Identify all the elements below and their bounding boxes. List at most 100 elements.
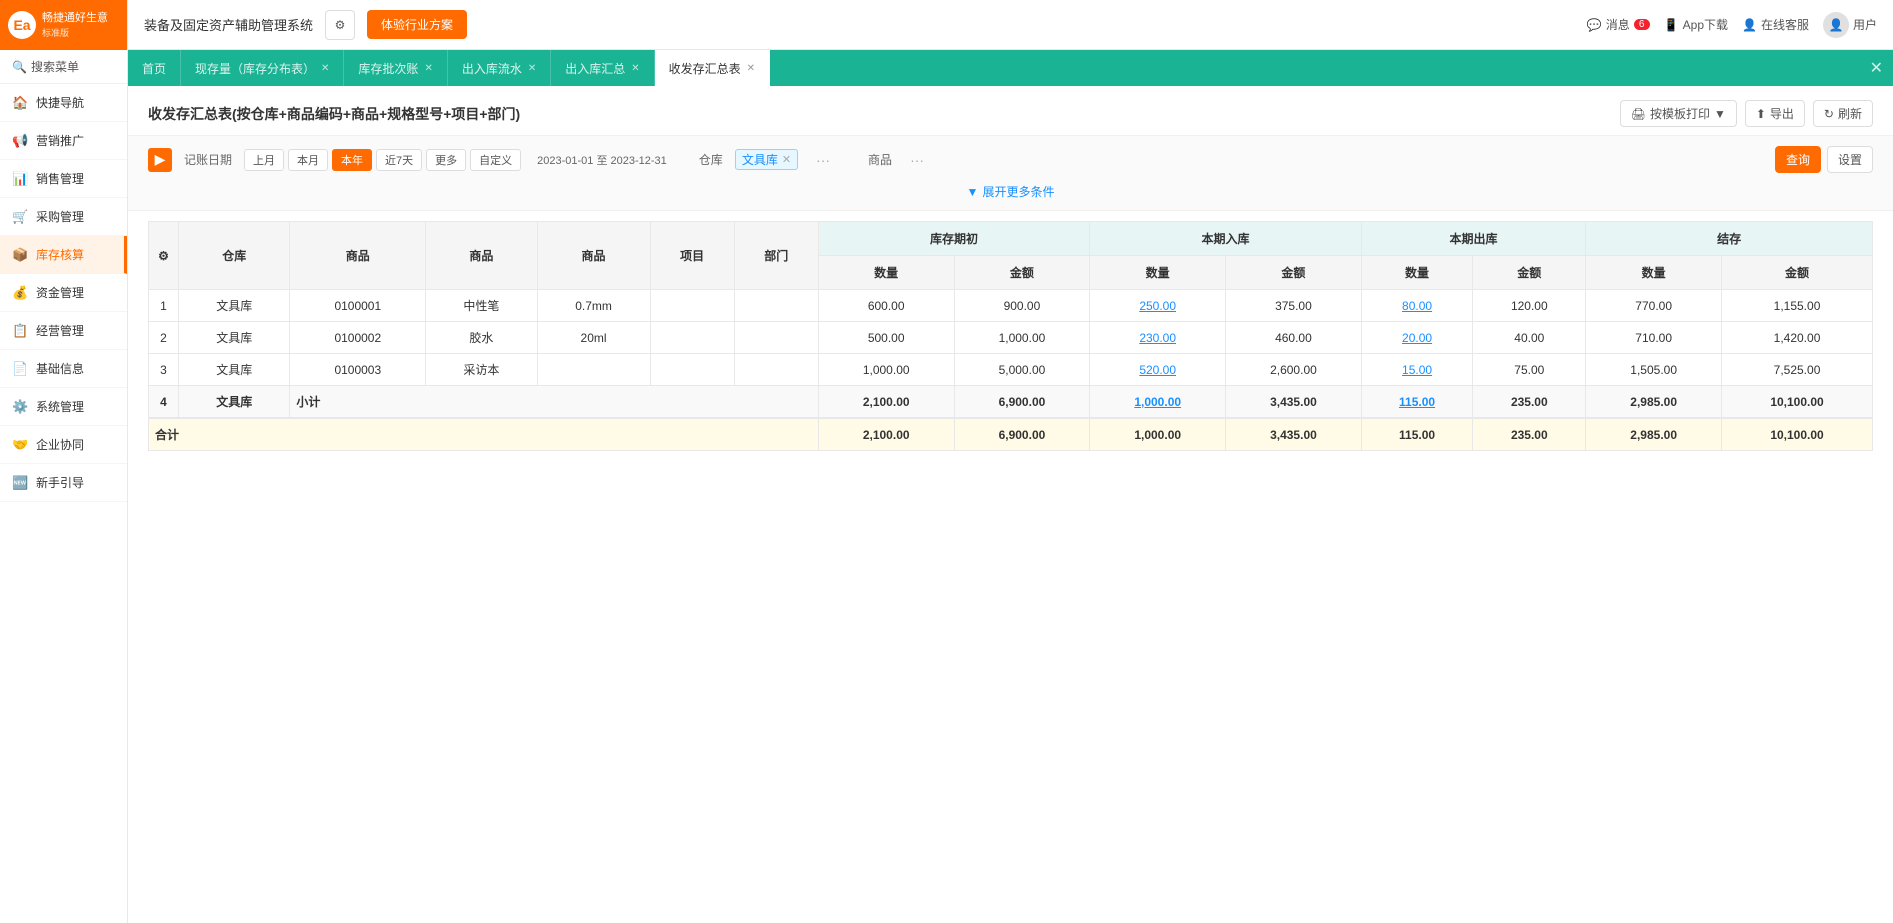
print-btn[interactable]: 🖨 按模板打印 ▼ [1620, 100, 1737, 127]
date-btn-this-year[interactable]: 本年 [332, 149, 372, 171]
search-icon: 🔍 [12, 60, 27, 74]
sidebar-item-guide[interactable]: 🆕 新手引导 [0, 464, 127, 502]
tab-inventory-dist-close[interactable]: ✕ [321, 63, 329, 74]
inventory-icon: 📦 [12, 247, 28, 263]
th-group-bal: 结存 [1586, 222, 1873, 256]
subtotal-in-qty[interactable]: 1,000.00 [1090, 386, 1226, 419]
dropdown-icon: ▼ [1714, 107, 1726, 121]
th-spec: 商品 [537, 222, 650, 290]
message-label: 消息 [1606, 16, 1630, 33]
online-service-btn[interactable]: 👤 在线客服 [1742, 16, 1809, 33]
sidebar-item-basic-info[interactable]: 📄 基础信息 [0, 350, 127, 388]
sidebar-item-label: 营销推广 [36, 132, 84, 149]
cell-open-amt: 5,000.00 [954, 354, 1090, 386]
tab-receipt-summary-close[interactable]: ✕ [747, 63, 755, 74]
cell-open-qty: 1,000.00 [818, 354, 954, 386]
cell-name: 采访本 [426, 354, 537, 386]
cell-warehouse: 文具库 [179, 322, 290, 354]
cell-bal-amt: 1,155.00 [1722, 290, 1873, 322]
topbar-settings-btn[interactable]: ⚙ [325, 10, 355, 40]
tab-in-out-flow-close[interactable]: ✕ [528, 63, 536, 74]
sidebar-item-inventory[interactable]: 📦 库存核算 [0, 236, 127, 274]
cell-out-qty[interactable]: 20.00 [1361, 322, 1472, 354]
expand-conditions-btn[interactable]: ▼ 展开更多条件 [967, 183, 1055, 200]
cell-out-qty[interactable]: 80.00 [1361, 290, 1472, 322]
warehouse-label: 仓库 [699, 151, 723, 168]
sidebar-item-label: 资金管理 [36, 284, 84, 301]
cell-in-qty[interactable]: 230.00 [1090, 322, 1226, 354]
cell-open-qty: 500.00 [818, 322, 954, 354]
cell-dept [734, 354, 818, 386]
main-area: 装备及固定资产辅助管理系统 ⚙ 体验行业方案 💬 消息 6 📱 App下载 👤 … [128, 0, 1893, 923]
cell-bal-qty: 770.00 [1586, 290, 1722, 322]
date-btn-7days[interactable]: 近7天 [376, 149, 422, 171]
tab-inventory-dist-label: 现存量（库存分布表） [195, 60, 315, 77]
close-all-tabs-btn[interactable]: ✕ [1860, 50, 1893, 86]
tab-receipt-summary[interactable]: 收发存汇总表 ✕ [655, 50, 770, 86]
sidebar-item-label: 库存核算 [36, 246, 84, 263]
message-icon: 💬 [1587, 18, 1602, 32]
print-label: 按模板打印 [1650, 105, 1710, 122]
th-settings[interactable]: ⚙ [149, 222, 179, 290]
query-btn[interactable]: 查询 [1775, 146, 1821, 173]
total-open-amt: 6,900.00 [954, 418, 1090, 451]
tab-in-out-flow[interactable]: 出入库流水 ✕ [448, 50, 551, 86]
export-btn[interactable]: ⬆ 导出 [1745, 100, 1805, 127]
th-dept: 部门 [734, 222, 818, 290]
cell-bal-qty: 1,505.00 [1586, 354, 1722, 386]
sidebar-item-label: 快捷导航 [36, 94, 84, 111]
subtotal-warehouse: 文具库 [179, 386, 290, 419]
message-btn[interactable]: 💬 消息 6 [1587, 16, 1650, 33]
sidebar-item-sales[interactable]: 📊 销售管理 [0, 160, 127, 198]
tab-batch-ledger[interactable]: 库存批次账 ✕ [344, 50, 447, 86]
tab-inventory-dist[interactable]: 现存量（库存分布表） ✕ [181, 50, 344, 86]
refresh-btn[interactable]: ↻ 刷新 [1813, 100, 1873, 127]
warehouse-tag-close[interactable]: ✕ [782, 153, 791, 166]
date-btn-more[interactable]: 更多 [426, 149, 466, 171]
experience-btn[interactable]: 体验行业方案 [367, 10, 467, 39]
cell-in-qty[interactable]: 250.00 [1090, 290, 1226, 322]
cell-spec: 0.7mm [537, 290, 650, 322]
sidebar-item-enterprise[interactable]: 🤝 企业协同 [0, 426, 127, 464]
tab-in-out-summary-close[interactable]: ✕ [631, 63, 639, 74]
tab-home[interactable]: 首页 [128, 50, 181, 86]
sidebar-item-purchase[interactable]: 🛒 采购管理 [0, 198, 127, 236]
page-actions: 🖨 按模板打印 ▼ ⬆ 导出 ↻ 刷新 [1620, 100, 1873, 127]
sidebar-item-label: 新手引导 [36, 474, 84, 491]
app-download-btn[interactable]: 📱 App下载 [1664, 16, 1728, 33]
guide-icon: 🆕 [12, 475, 28, 491]
operations-icon: 📋 [12, 323, 28, 339]
sidebar-search[interactable]: 🔍 搜索菜单 [0, 50, 127, 84]
tab-in-out-summary[interactable]: 出入库汇总 ✕ [551, 50, 654, 86]
cell-out-qty[interactable]: 15.00 [1361, 354, 1472, 386]
sidebar-item-label: 销售管理 [36, 170, 84, 187]
sidebar-item-finance[interactable]: 💰 资金管理 [0, 274, 127, 312]
warehouse-more-btn[interactable]: ··· [810, 152, 836, 168]
date-btn-last-month[interactable]: 上月 [244, 149, 284, 171]
cell-in-amt: 2,600.00 [1226, 354, 1362, 386]
sidebar-item-quick-nav[interactable]: 🏠 快捷导航 [0, 84, 127, 122]
content-area: 收发存汇总表(按仓库+商品编码+商品+规格型号+项目+部门) 🖨 按模板打印 ▼… [128, 86, 1893, 923]
subtotal-bal-amt: 10,100.00 [1722, 386, 1873, 419]
cell-open-amt: 1,000.00 [954, 322, 1090, 354]
user-btn[interactable]: 👤 用户 [1823, 12, 1877, 38]
topbar-system-title: 装备及固定资产辅助管理系统 [144, 15, 313, 34]
date-btn-this-month[interactable]: 本月 [288, 149, 328, 171]
goods-more-btn[interactable]: ··· [904, 152, 930, 168]
date-btn-custom[interactable]: 自定义 [470, 149, 521, 171]
table-row: 1 文具库 0100001 中性笔 0.7mm 600.00 900.00 25… [149, 290, 1873, 322]
sidebar-item-operations[interactable]: 📋 经营管理 [0, 312, 127, 350]
subtotal-out-qty[interactable]: 115.00 [1361, 386, 1472, 419]
app-download-label: App下载 [1683, 16, 1728, 33]
export-icon: ⬆ [1756, 107, 1766, 121]
sidebar: Ea 畅捷通好生意 标准版 🔍 搜索菜单 🏠 快捷导航 📢 营销推广 📊 销售管… [0, 0, 128, 923]
filter-area: ▶ 记账日期 上月 本月 本年 近7天 更多 自定义 2023-01-01 至 … [128, 136, 1893, 211]
cell-warehouse: 文具库 [179, 290, 290, 322]
cell-in-qty[interactable]: 520.00 [1090, 354, 1226, 386]
sidebar-item-system[interactable]: ⚙️ 系统管理 [0, 388, 127, 426]
avatar: 👤 [1823, 12, 1849, 38]
settings-filter-btn[interactable]: 设置 [1827, 146, 1873, 173]
sidebar-item-marketing[interactable]: 📢 营销推广 [0, 122, 127, 160]
filter-toggle-btn[interactable]: ▶ [148, 148, 172, 172]
tab-batch-ledger-close[interactable]: ✕ [424, 63, 432, 74]
